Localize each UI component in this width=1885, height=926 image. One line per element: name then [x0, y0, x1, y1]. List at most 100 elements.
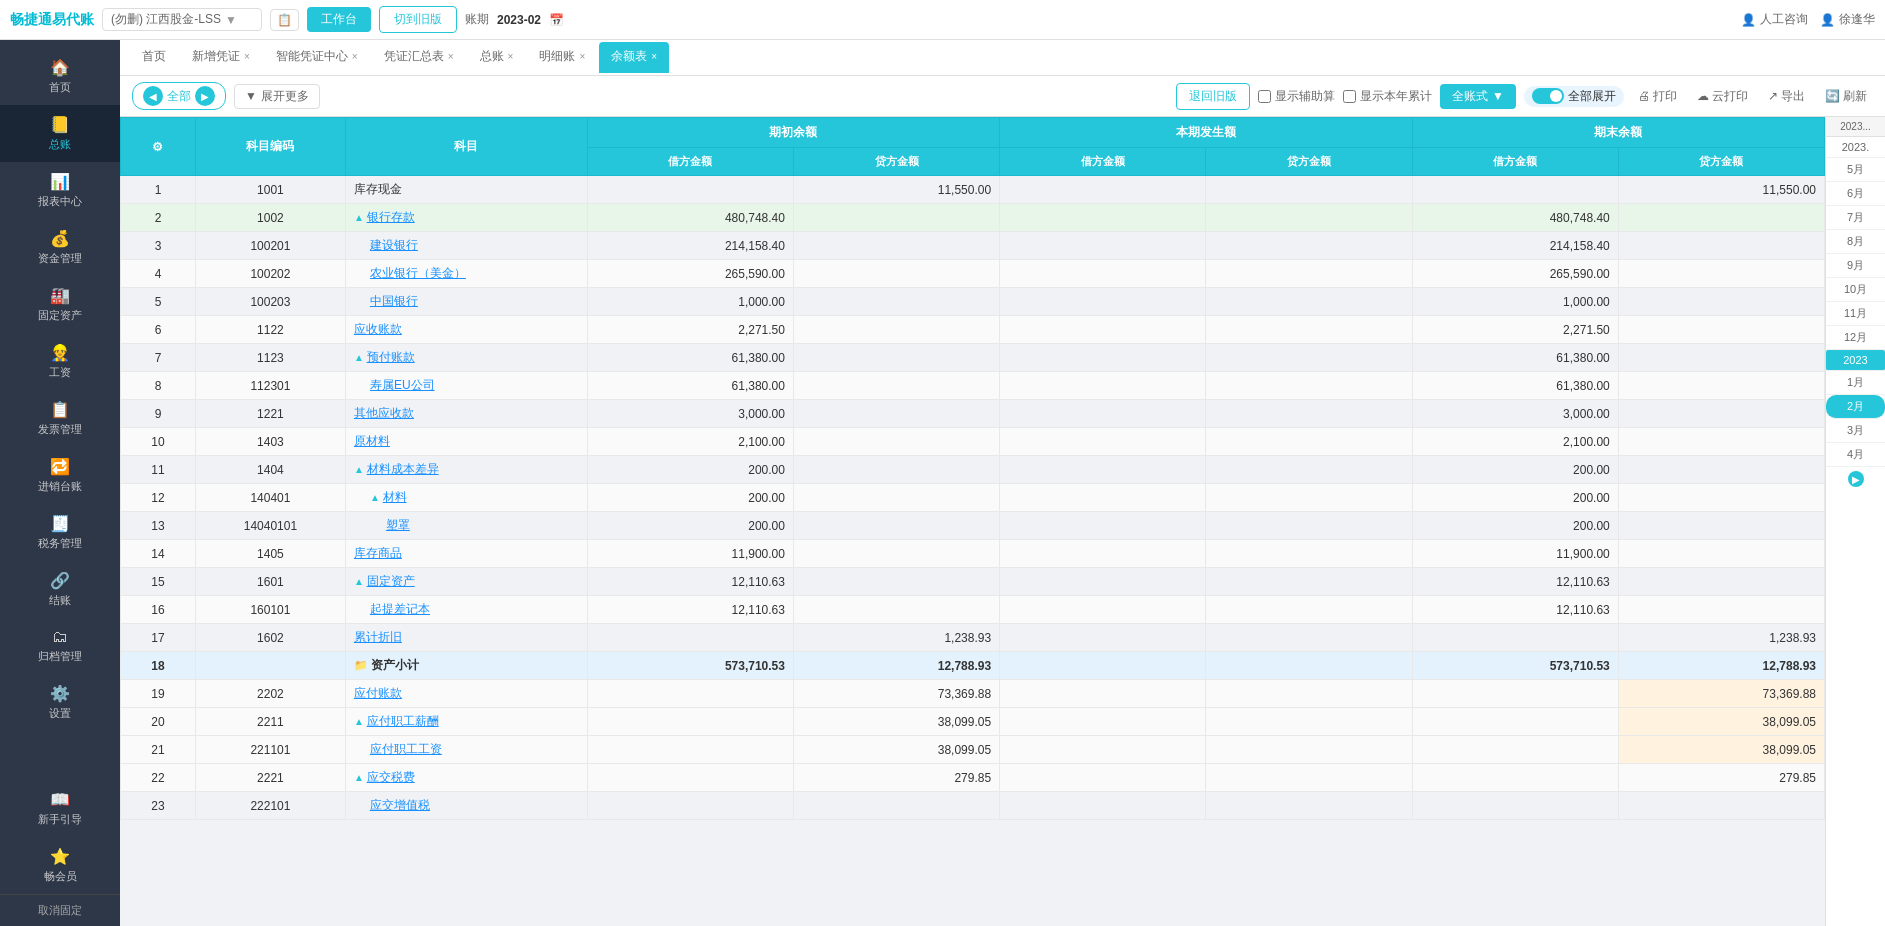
account-name[interactable]: 中国银行: [370, 294, 418, 308]
return-old-button[interactable]: 退回旧版: [1176, 83, 1250, 110]
name-cell[interactable]: 库存商品: [345, 540, 587, 568]
expand-icon[interactable]: ▲: [354, 716, 367, 727]
expand-all-toggle[interactable]: 全部展开: [1524, 86, 1624, 107]
table-wrapper[interactable]: ⚙ 科目编码 科目 期初余额 本期发生额 期末余额 借方金额 贷方金额 借方金额: [120, 117, 1825, 926]
export-button[interactable]: ↗ 导出: [1762, 85, 1811, 108]
account-name[interactable]: 寿属EU公司: [370, 378, 435, 392]
tab-close-icon[interactable]: ×: [508, 51, 514, 62]
format-button[interactable]: 全账式 ▼: [1440, 84, 1516, 109]
tab-close-icon[interactable]: ×: [448, 51, 454, 62]
name-cell[interactable]: 累计折旧: [345, 624, 587, 652]
tab-close-icon[interactable]: ×: [244, 51, 250, 62]
account-name[interactable]: 建设银行: [370, 238, 418, 252]
expand-icon[interactable]: ▲: [354, 576, 367, 587]
expand-icon[interactable]: ▲: [354, 772, 367, 783]
refresh-button[interactable]: 🔄 刷新: [1819, 85, 1873, 108]
tab-close-icon[interactable]: ×: [651, 51, 657, 62]
filter-button[interactable]: ◀ 全部 ▶: [132, 82, 226, 110]
cloud-print-button[interactable]: ☁ 云打印: [1691, 85, 1754, 108]
tab-home[interactable]: 首页: [130, 42, 178, 73]
sidebar-item-assets[interactable]: 🏭 固定资产: [0, 276, 120, 333]
ytd-checkbox-input[interactable]: [1343, 90, 1356, 103]
sidebar-item-payroll[interactable]: 👷 工资: [0, 333, 120, 390]
account-name[interactable]: 应付职工薪酬: [367, 714, 439, 728]
expand-icon[interactable]: ▶: [1826, 467, 1885, 491]
account-name[interactable]: 应交增值税: [370, 798, 430, 812]
print-button[interactable]: 🖨 打印: [1632, 85, 1683, 108]
account-name[interactable]: 应交税费: [367, 770, 415, 784]
month-item-12[interactable]: 12月: [1826, 326, 1885, 350]
tab-voucher-summary[interactable]: 凭证汇总表 ×: [372, 42, 466, 73]
account-name[interactable]: 原材料: [354, 434, 390, 448]
month-item-1[interactable]: 1月: [1826, 371, 1885, 395]
expand-icon[interactable]: ▲: [370, 492, 383, 503]
sidebar-item-capital[interactable]: 💰 资金管理: [0, 219, 120, 276]
sidebar-item-close[interactable]: 🔗 结账: [0, 561, 120, 618]
user-menu[interactable]: 👤 徐逢华: [1820, 11, 1875, 28]
month-item-4[interactable]: 4月: [1826, 443, 1885, 467]
service-button[interactable]: 👤 人工咨询: [1741, 11, 1808, 28]
account-name[interactable]: 起提差记本: [370, 602, 430, 616]
switch-old-button[interactable]: 切到旧版: [379, 6, 457, 33]
account-name[interactable]: 应付职工工资: [370, 742, 442, 756]
account-name[interactable]: 银行存款: [367, 210, 415, 224]
show-aux-checkbox[interactable]: 显示辅助算: [1258, 88, 1335, 105]
name-cell[interactable]: 农业银行（美金）: [345, 260, 587, 288]
name-cell[interactable]: 应付账款: [345, 680, 587, 708]
name-cell[interactable]: 中国银行: [345, 288, 587, 316]
calendar-icon[interactable]: 📅: [549, 13, 564, 27]
name-cell[interactable]: 起提差记本: [345, 596, 587, 624]
name-cell[interactable]: ▲ 固定资产: [345, 568, 587, 596]
month-item-10[interactable]: 10月: [1826, 278, 1885, 302]
month-item-5[interactable]: 5月: [1826, 158, 1885, 182]
copy-button[interactable]: 📋: [270, 9, 299, 31]
sidebar-item-invoice[interactable]: 📋 发票管理: [0, 390, 120, 447]
tab-smart-voucher[interactable]: 智能凭证中心 ×: [264, 42, 370, 73]
account-name[interactable]: 应付账款: [354, 686, 402, 700]
sidebar-item-home[interactable]: 🏠 首页: [0, 48, 120, 105]
name-cell[interactable]: ▲ 材料: [345, 484, 587, 512]
month-item-6[interactable]: 6月: [1826, 182, 1885, 206]
month-item-11[interactable]: 11月: [1826, 302, 1885, 326]
sidebar-item-guide[interactable]: 📖 新手引导: [0, 780, 120, 837]
name-cell[interactable]: ▲ 银行存款: [345, 204, 587, 232]
expand-button[interactable]: ▼ 展开更多: [234, 84, 320, 109]
tab-new-voucher[interactable]: 新增凭证 ×: [180, 42, 262, 73]
account-name[interactable]: 农业银行（美金）: [370, 266, 466, 280]
month-item-9[interactable]: 9月: [1826, 254, 1885, 278]
name-cell[interactable]: ▲ 预付账款: [345, 344, 587, 372]
name-cell[interactable]: 塑罩: [345, 512, 587, 540]
month-item-3[interactable]: 3月: [1826, 419, 1885, 443]
workbench-button[interactable]: 工作台: [307, 7, 371, 32]
filter-forward-icon[interactable]: ▶: [195, 86, 215, 106]
sidebar-item-reports[interactable]: 📊 报表中心: [0, 162, 120, 219]
name-cell[interactable]: 应交增值税: [345, 792, 587, 820]
account-name[interactable]: 库存商品: [354, 546, 402, 560]
sidebar-item-settings[interactable]: ⚙️ 设置: [0, 674, 120, 731]
month-item-8[interactable]: 8月: [1826, 230, 1885, 254]
name-cell[interactable]: 应付职工工资: [345, 736, 587, 764]
name-cell[interactable]: ▲ 应交税费: [345, 764, 587, 792]
expand-icon[interactable]: ▲: [354, 212, 367, 223]
expand-circle-icon[interactable]: ▶: [1848, 471, 1864, 487]
sidebar-item-archive[interactable]: 🗂 归档管理: [0, 618, 120, 674]
name-cell[interactable]: 建设银行: [345, 232, 587, 260]
account-name[interactable]: 应收账款: [354, 322, 402, 336]
account-name[interactable]: 塑罩: [386, 518, 410, 532]
account-name[interactable]: 材料成本差异: [367, 462, 439, 476]
show-ytd-checkbox[interactable]: 显示本年累计: [1343, 88, 1432, 105]
account-name[interactable]: 固定资产: [367, 574, 415, 588]
toggle-switch[interactable]: [1532, 88, 1564, 104]
settings-icon[interactable]: ⚙: [152, 140, 163, 154]
account-name[interactable]: 其他应收款: [354, 406, 414, 420]
sidebar-item-ledger[interactable]: 📒 总账: [0, 105, 120, 162]
month-item-7[interactable]: 7月: [1826, 206, 1885, 230]
name-cell[interactable]: ▲ 材料成本差异: [345, 456, 587, 484]
name-cell[interactable]: 寿属EU公司: [345, 372, 587, 400]
tab-close-icon[interactable]: ×: [579, 51, 585, 62]
sidebar-item-purchase[interactable]: 🔁 进销台账: [0, 447, 120, 504]
tab-general-ledger[interactable]: 总账 ×: [468, 42, 526, 73]
sidebar-item-tax[interactable]: 🧾 税务管理: [0, 504, 120, 561]
account-name[interactable]: 预付账款: [367, 350, 415, 364]
aux-checkbox-input[interactable]: [1258, 90, 1271, 103]
